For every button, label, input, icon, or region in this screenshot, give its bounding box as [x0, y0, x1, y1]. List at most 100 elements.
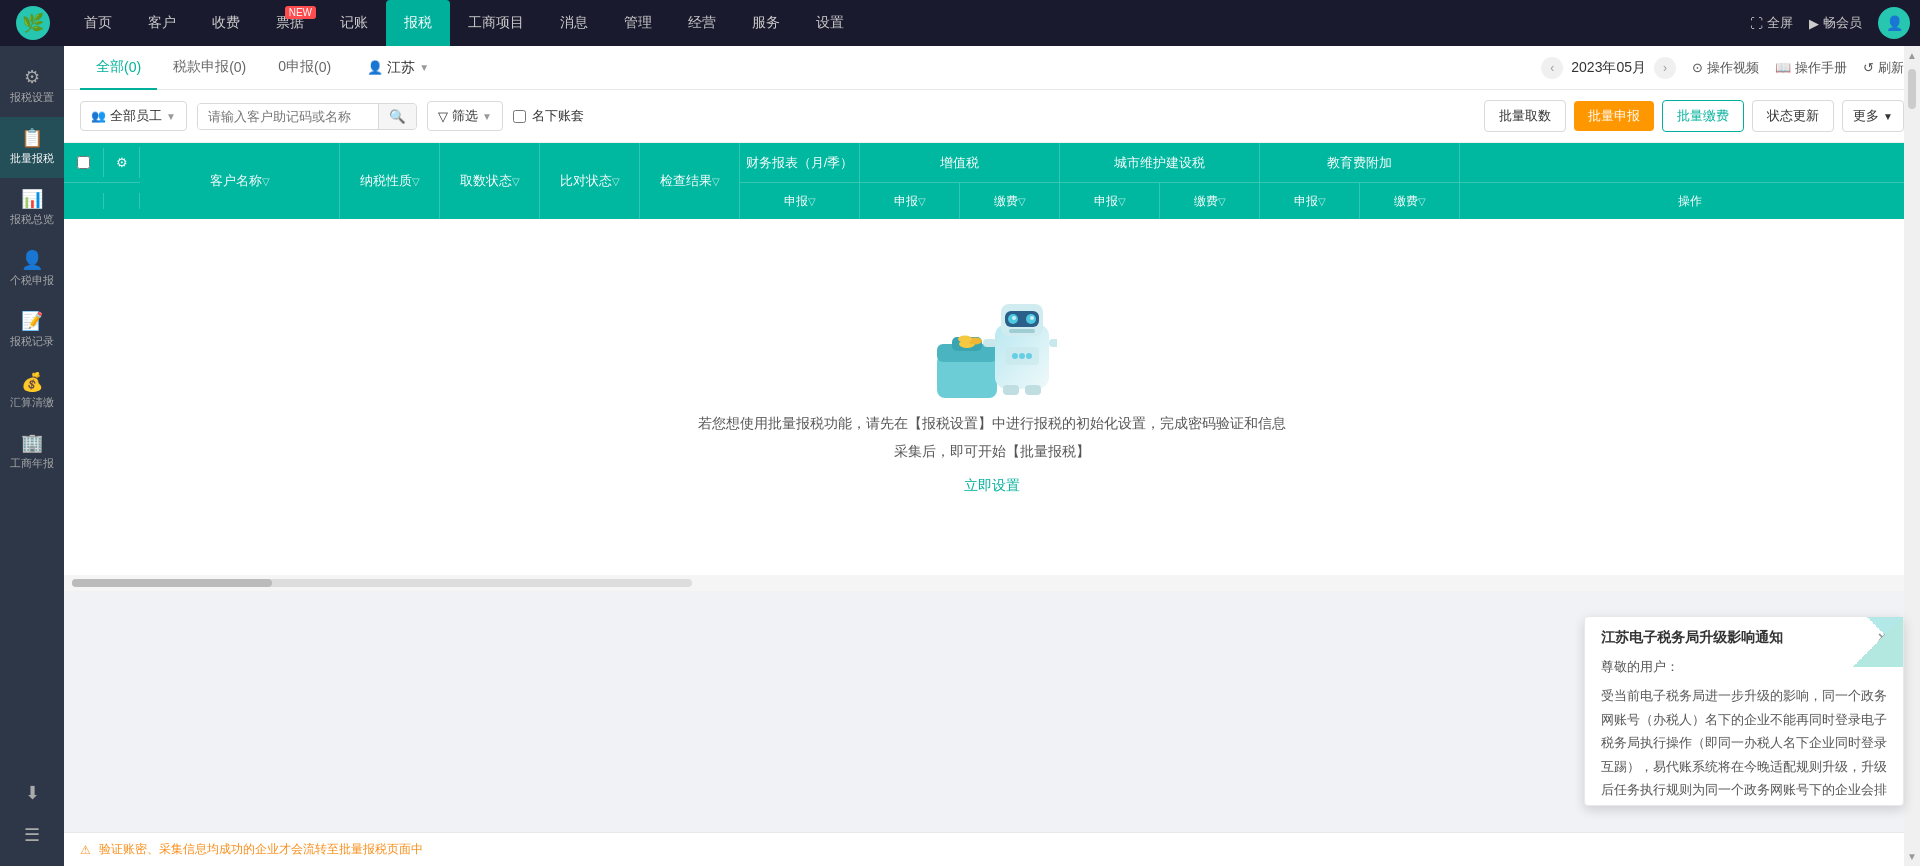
nav-invoice[interactable]: 票据 NEW [258, 0, 322, 46]
tab-zero-declare[interactable]: 0申报(0) [262, 46, 347, 90]
svg-point-20 [1012, 353, 1018, 359]
nav-business[interactable]: 工商项目 [450, 0, 542, 46]
data-table: ⚙ 客户名称 ▽ 纳税性质 ▽ 取数状态 ▽ [64, 143, 1920, 591]
scroll-down-btn[interactable]: ▼ [1903, 847, 1920, 866]
th-gear[interactable]: ⚙ [104, 147, 140, 178]
filter-arrow: ▼ [482, 111, 492, 122]
svg-rect-18 [1025, 385, 1041, 395]
search-container: 🔍 [197, 103, 417, 130]
batch-pay-btn[interactable]: 批量缴费 [1662, 100, 1744, 132]
nav-home[interactable]: 首页 [66, 0, 130, 46]
th-filter-vat-d: ▽ [918, 196, 926, 207]
prev-month-btn[interactable]: ‹ [1541, 57, 1563, 79]
th-financial-declare: 申报 ▽ [740, 183, 860, 219]
warning-icon: ⚠ [80, 843, 91, 857]
sidebar-item-tax-overview[interactable]: 📊 报税总览 [0, 178, 64, 239]
action-video[interactable]: ⊙ 操作视频 [1692, 59, 1759, 77]
tab-tax-declare[interactable]: 税款申报(0) [157, 46, 262, 90]
member-btn[interactable]: ▶ 畅会员 [1809, 14, 1862, 32]
th-urban-pay: 缴费 ▽ [1160, 183, 1260, 219]
more-btn[interactable]: 更多 ▼ [1842, 100, 1904, 132]
sidebar-item-tax-records[interactable]: 📝 报税记录 [0, 300, 64, 361]
search-button[interactable]: 🔍 [378, 104, 416, 129]
new-badge: NEW [285, 6, 316, 19]
batch-fetch-btn[interactable]: 批量取数 [1484, 100, 1566, 132]
th-urban-declare: 申报 ▽ [1060, 183, 1160, 219]
sidebar-item-personal-tax[interactable]: 👤 个税申报 [0, 239, 64, 300]
nav-customer[interactable]: 客户 [130, 0, 194, 46]
sidebar-item-batch-tax[interactable]: 📋 批量报税 [0, 117, 64, 178]
select-all-checkbox[interactable] [77, 156, 90, 169]
svg-rect-15 [983, 339, 997, 347]
th-checkbox-bottom [64, 193, 104, 209]
th-operation-top [1460, 143, 1920, 182]
sidebar-download[interactable]: ⬇ [0, 772, 64, 814]
table-header: ⚙ 客户名称 ▽ 纳税性质 ▽ 取数状态 ▽ [64, 143, 1920, 219]
batch-tax-icon: 📋 [21, 129, 43, 147]
filter-button[interactable]: ▽ 筛选 ▼ [427, 101, 503, 131]
sidebar-label-tax-overview: 报税总览 [10, 212, 54, 227]
scrollbar-track[interactable] [72, 579, 692, 587]
empty-message: 若您想使用批量报税功能，请先在【报税设置】中进行报税的初始化设置，完成密码验证和… [692, 409, 1292, 465]
top-navigation: 🌿 首页 客户 收费 票据 NEW 记账 报税 工商项目 消息 管理 经营 服务… [0, 0, 1920, 46]
nav-fee[interactable]: 收费 [194, 0, 258, 46]
th-filter-icon-compare: ▽ [612, 176, 620, 187]
status-update-btn[interactable]: 状态更新 [1752, 100, 1834, 132]
svg-point-12 [1012, 316, 1016, 320]
nav-service[interactable]: 服务 [734, 0, 798, 46]
sidebar-config[interactable]: ☰ [0, 814, 64, 856]
status-bar: ⚠ 验证账密、采集信息均成功的企业才会流转至批量报税页面中 [64, 832, 1920, 866]
accounts-checkbox[interactable] [513, 110, 526, 123]
config-icon: ☰ [24, 826, 40, 844]
province-selector[interactable]: 👤 江苏 ▼ [367, 59, 429, 77]
employee-selector[interactable]: 👥 全部员工 ▼ [80, 101, 187, 131]
empty-state: 若您想使用批量报税功能，请先在【报税设置】中进行报税的初始化设置，完成密码验证和… [64, 219, 1920, 575]
sidebar-item-settlement[interactable]: 💰 汇算清缴 [0, 361, 64, 422]
sidebar-item-tax-settings[interactable]: ⚙ 报税设置 [0, 56, 64, 117]
user-avatar[interactable]: 👤 [1878, 7, 1910, 39]
th-filter-icon-type: ▽ [412, 176, 420, 187]
svg-point-22 [1026, 353, 1032, 359]
nav-manage[interactable]: 管理 [606, 0, 670, 46]
app-logo[interactable]: 🌿 [10, 6, 56, 40]
search-input[interactable] [198, 104, 378, 129]
current-month: 2023年05月 [1571, 59, 1646, 77]
accounts-checkbox-label[interactable]: 名下账套 [513, 107, 584, 125]
tax-overview-icon: 📊 [21, 190, 43, 208]
action-refresh[interactable]: ↺ 刷新 [1863, 59, 1904, 77]
notification-body-scroll[interactable]: 尊敬的用户： 受当前电子税务局进一步升级的影响，同一个政务网账号（办税人）名下的… [1585, 655, 1903, 805]
svg-rect-16 [1049, 339, 1057, 347]
tab-all[interactable]: 全部(0) [80, 46, 157, 90]
th-edu-pay: 缴费 ▽ [1360, 183, 1460, 219]
tax-settings-icon: ⚙ [24, 68, 40, 86]
employee-selector-icon: 👥 [91, 109, 106, 123]
sidebar-item-annual-report[interactable]: 🏢 工商年报 [0, 422, 64, 483]
manual-icon: 📖 [1775, 60, 1791, 75]
action-manual[interactable]: 📖 操作手册 [1775, 59, 1847, 77]
toolbar-right: 批量取数 批量申报 批量缴费 状态更新 更多 ▼ [1484, 100, 1904, 132]
notification-title: 江苏电子税务局升级影响通知 [1601, 629, 1783, 647]
toolbar: 👥 全部员工 ▼ 🔍 ▽ 筛选 ▼ 名下账套 批量取数 批量申报 批量缴费 状态… [64, 90, 1920, 143]
th-urban-tax-group: 城市维护建设税 [1060, 143, 1260, 182]
setup-link[interactable]: 立即设置 [964, 477, 1020, 495]
batch-declare-btn[interactable]: 批量申报 [1574, 101, 1654, 131]
scroll-thumb[interactable] [1908, 69, 1916, 109]
th-filter-vat-p: ▽ [1018, 196, 1026, 207]
th-filter-urban-p: ▽ [1218, 196, 1226, 207]
nav-operation[interactable]: 经营 [670, 0, 734, 46]
scroll-up-btn[interactable]: ▲ [1903, 46, 1920, 65]
th-gear-bottom [104, 193, 140, 209]
tab-bar-right: ‹ 2023年05月 › ⊙ 操作视频 📖 操作手册 ↺ 刷新 [1541, 57, 1904, 79]
fullscreen-btn[interactable]: ⛶ 全屏 [1750, 14, 1793, 32]
th-vat-group: 增值税 [860, 143, 1060, 182]
sidebar-label-personal-tax: 个税申报 [10, 273, 54, 288]
nav-accounting[interactable]: 记账 [322, 0, 386, 46]
next-month-btn[interactable]: › [1654, 57, 1676, 79]
nav-message[interactable]: 消息 [542, 0, 606, 46]
right-scrollbar: ▲ ▼ [1904, 46, 1920, 866]
user-icon: 👤 [367, 60, 383, 75]
svg-point-5 [958, 336, 972, 343]
scrollbar-thumb[interactable] [72, 579, 272, 587]
nav-tax[interactable]: 报税 [386, 0, 450, 46]
nav-settings[interactable]: 设置 [798, 0, 862, 46]
